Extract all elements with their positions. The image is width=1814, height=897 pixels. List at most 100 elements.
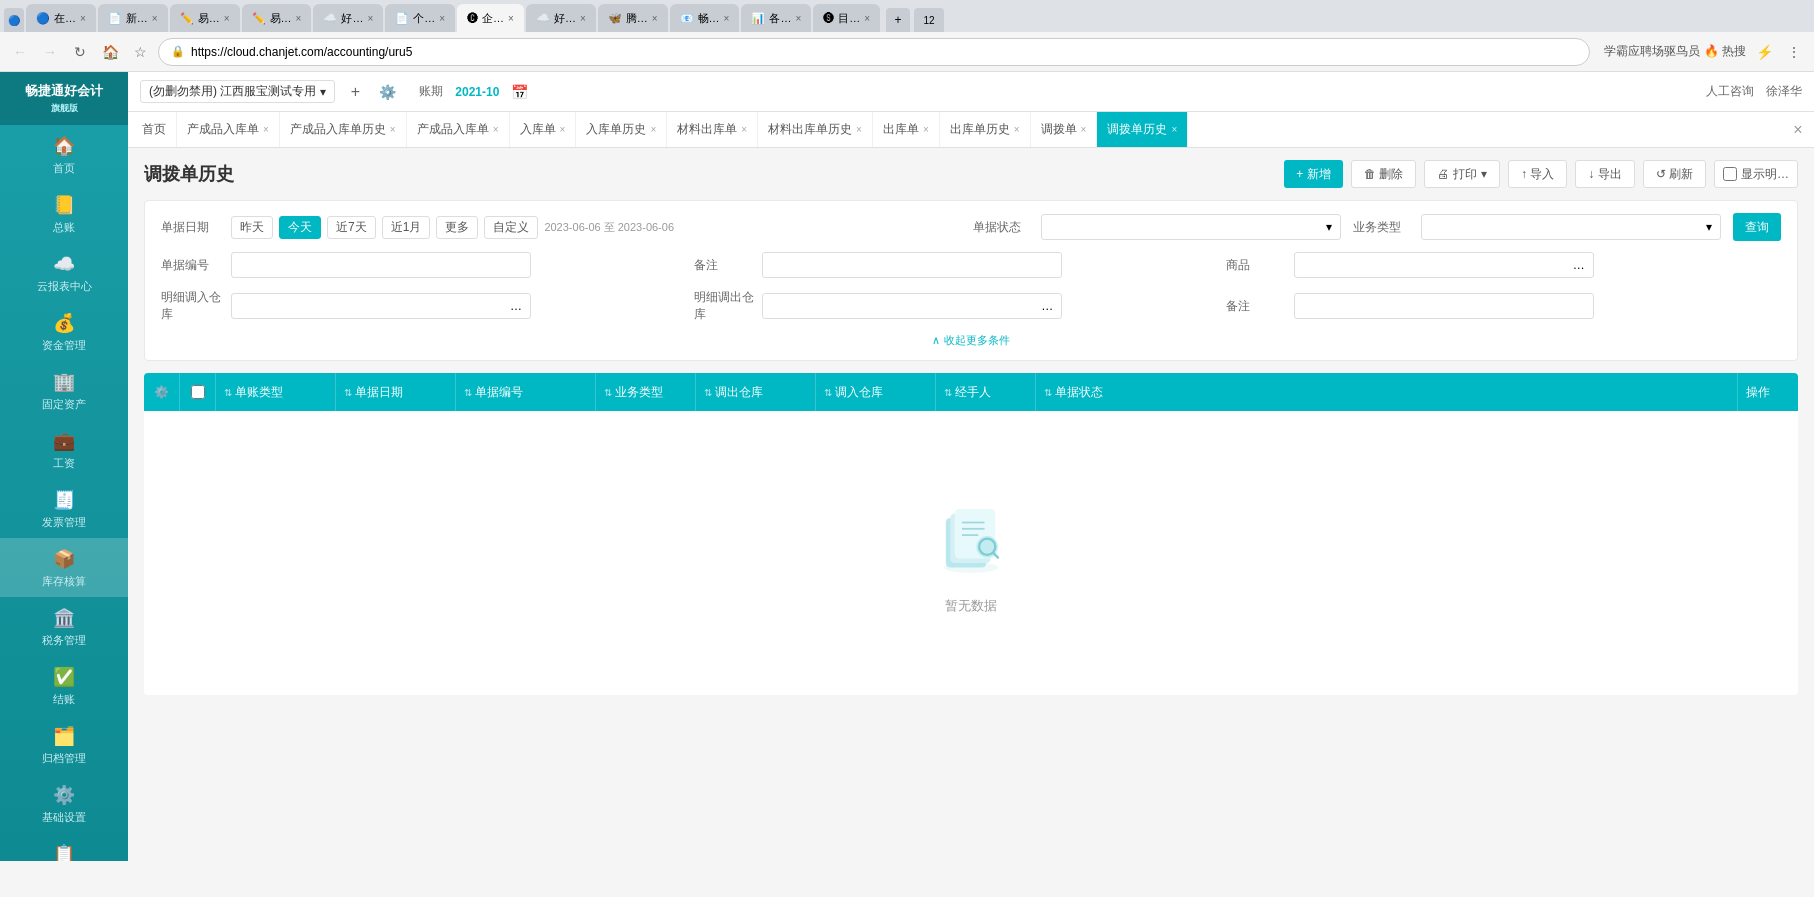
app-tab-product-in2[interactable]: 产成品入库单 × [407, 112, 510, 148]
display-btn[interactable]: 显示明… [1714, 160, 1798, 188]
import-btn[interactable]: ↑ 导入 [1508, 160, 1567, 188]
tab-close-product-in2[interactable]: × [493, 124, 499, 135]
doc-no-input[interactable] [231, 252, 531, 278]
status-select[interactable]: ▾ [1041, 214, 1341, 240]
browser-tab-1[interactable]: 🔵在…× [26, 4, 96, 32]
tab-bar-close[interactable]: × [1786, 118, 1810, 142]
tab-close-stock-out[interactable]: × [923, 124, 929, 135]
sidebar-item-fixed-assets[interactable]: 🏢 固定资产 [0, 361, 128, 420]
sidebar-item-archive[interactable]: 🗂️ 归档管理 [0, 715, 128, 774]
tab-close-transfer[interactable]: × [1081, 124, 1087, 135]
date-custom[interactable]: 自定义 [484, 216, 538, 239]
sidebar-item-cloud-report[interactable]: ☁️ 云报表中心 [0, 243, 128, 302]
print-btn[interactable]: 🖨 打印 ▾ [1424, 160, 1500, 188]
export-btn[interactable]: ↓ 导出 [1575, 160, 1634, 188]
sidebar-item-inventory[interactable]: 📦 库存核算 [0, 538, 128, 597]
app-tab-stock-in-hist[interactable]: 入库单历史 × [576, 112, 667, 148]
forward-button[interactable]: → [38, 40, 62, 64]
app-tab-stock-in[interactable]: 入库单 × [510, 112, 577, 148]
th-checkbox[interactable] [180, 373, 216, 411]
menu-btn[interactable]: ⋮ [1782, 40, 1806, 64]
th-handler[interactable]: ⇅ 经手人 [936, 373, 1036, 411]
remark2-input[interactable] [1294, 293, 1594, 319]
tab-close-mat-out[interactable]: × [741, 124, 747, 135]
tab-close-stock-out-hist[interactable]: × [1014, 124, 1020, 135]
app-tab-stock-out-hist[interactable]: 出库单历史 × [940, 112, 1031, 148]
tab-close-stock-in-hist[interactable]: × [650, 124, 656, 135]
detail-in-select[interactable]: … [231, 293, 531, 319]
display-checkbox[interactable] [1723, 167, 1737, 181]
date-7days[interactable]: 近7天 [327, 216, 376, 239]
extensions-btn[interactable]: ⚡ [1752, 40, 1776, 64]
app-tab-mat-out-hist[interactable]: 材料出库单历史 × [758, 112, 873, 148]
th-status[interactable]: ⇅ 单据状态 [1036, 373, 1738, 411]
app-tab-product-in-hist[interactable]: 产成品入库单历史 × [280, 112, 407, 148]
star-button[interactable]: ☆ [128, 40, 152, 64]
sidebar-item-salary[interactable]: 💼 工资 [0, 420, 128, 479]
tab-close-product-in[interactable]: × [263, 124, 269, 135]
browser-tab-10[interactable]: 📧畅…× [670, 4, 740, 32]
tab-close-product-in-hist[interactable]: × [390, 124, 396, 135]
browser-tab-5[interactable]: ☁️好…× [313, 4, 383, 32]
select-all-checkbox[interactable] [191, 385, 205, 399]
app-tab-mat-out[interactable]: 材料出库单 × [667, 112, 758, 148]
sidebar-item-tax[interactable]: 🏛️ 税务管理 [0, 597, 128, 656]
app-tab-product-in[interactable]: 产成品入库单 × [177, 112, 280, 148]
back-button[interactable]: ← [8, 40, 32, 64]
app-tab-stock-out[interactable]: 出库单 × [873, 112, 940, 148]
service-btn[interactable]: 人工咨询 [1706, 83, 1754, 100]
browser-tab-3[interactable]: ✏️易…× [170, 4, 240, 32]
sidebar-item-fund[interactable]: 💰 资金管理 [0, 302, 128, 361]
query-btn[interactable]: 查询 [1733, 213, 1781, 241]
browser-tab-12[interactable]: 🅢目…× [813, 4, 880, 32]
date-1month[interactable]: 近1月 [382, 216, 431, 239]
collapse-btn[interactable]: ∧ 收起更多条件 [932, 333, 1010, 348]
new-btn[interactable]: + 新增 [1284, 160, 1342, 188]
calendar-icon[interactable]: 📅 [511, 84, 528, 100]
tab-close-mat-out-hist[interactable]: × [856, 124, 862, 135]
home-button[interactable]: 🏠 [98, 40, 122, 64]
browser-tab-7[interactable]: 🅒企…× [457, 4, 524, 32]
date-today[interactable]: 今天 [279, 216, 321, 239]
th-date[interactable]: ⇅ 单据日期 [336, 373, 456, 411]
sidebar-item-guide[interactable]: 📋 新手引导 [0, 833, 128, 861]
browser-tab-8[interactable]: ☁️好…× [526, 4, 596, 32]
browser-tab-9[interactable]: 🦋腾…× [598, 4, 668, 32]
company-settings-btn[interactable]: ⚙️ [375, 80, 399, 104]
detail-out-select[interactable]: … [762, 293, 1062, 319]
app-tab-transfer-hist[interactable]: 调拨单历史 × [1097, 112, 1188, 148]
address-bar[interactable]: 🔒 https://cloud.chanjet.com/accounting/u… [158, 38, 1590, 66]
new-tab-btn[interactable]: + [886, 8, 910, 32]
browser-tab-11[interactable]: 📊各…× [741, 4, 811, 32]
add-company-btn[interactable]: + [343, 80, 367, 104]
sidebar-item-closing[interactable]: ✅ 结账 [0, 656, 128, 715]
th-out-wh[interactable]: ⇅ 调出仓库 [696, 373, 816, 411]
th-in-wh[interactable]: ⇅ 调入仓库 [816, 373, 936, 411]
browser-tab-6[interactable]: 📄个…× [385, 4, 455, 32]
user-btn[interactable]: 徐泽华 [1766, 83, 1802, 100]
app-tab-transfer[interactable]: 调拨单 × [1031, 112, 1098, 148]
tab-close-transfer-hist[interactable]: × [1171, 124, 1177, 135]
date-yesterday[interactable]: 昨天 [231, 216, 273, 239]
date-more[interactable]: 更多 [436, 216, 478, 239]
app-tab-home[interactable]: 首页 [132, 112, 177, 148]
refresh-btn[interactable]: ↺ 刷新 [1643, 160, 1706, 188]
th-biz[interactable]: ⇅ 业务类型 [596, 373, 696, 411]
sidebar-item-invoice[interactable]: 🧾 发票管理 [0, 479, 128, 538]
sidebar-item-home[interactable]: 🏠 首页 [0, 125, 128, 184]
tab-close-stock-in[interactable]: × [560, 124, 566, 135]
sidebar-item-settings[interactable]: ⚙️ 基础设置 [0, 774, 128, 833]
th-no[interactable]: ⇅ 单据编号 [456, 373, 596, 411]
reload-button[interactable]: ↻ [68, 40, 92, 64]
remark-input[interactable] [762, 252, 1062, 278]
browser-tab-2[interactable]: 📄新…× [98, 4, 168, 32]
browser-tab-4[interactable]: ✏️易…× [242, 4, 312, 32]
biz-type-select[interactable]: ▾ [1421, 214, 1721, 240]
th-type[interactable]: ⇅ 单账类型 [216, 373, 336, 411]
delete-btn[interactable]: 🗑 删除 [1351, 160, 1416, 188]
sidebar-item-ledger[interactable]: 📒 总账 [0, 184, 128, 243]
goods-select[interactable]: … [1294, 252, 1594, 278]
tab-count[interactable]: 12 [914, 8, 944, 32]
company-selector[interactable]: (勿删勿禁用) 江西服宝测试专用 ▾ [140, 80, 335, 103]
th-settings[interactable]: ⚙️ [144, 373, 180, 411]
